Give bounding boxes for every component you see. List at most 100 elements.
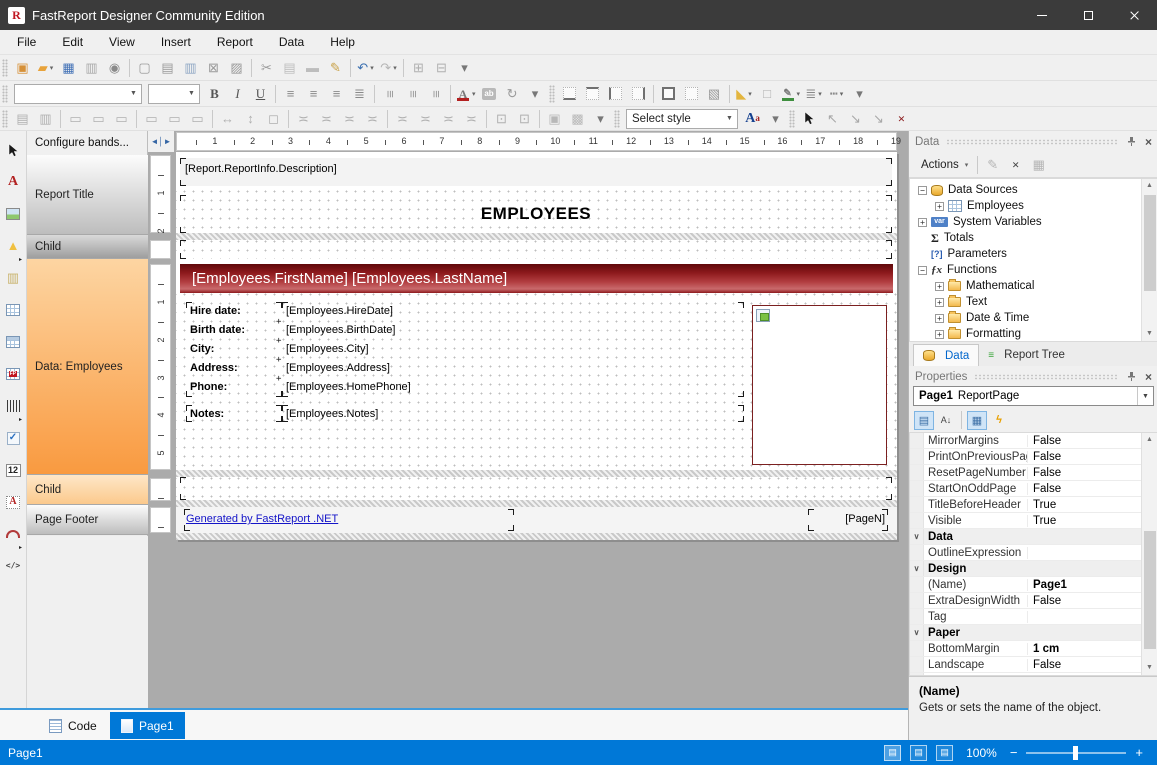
cut-button[interactable]: ✂ bbox=[256, 58, 277, 78]
menu-item-insert[interactable]: Insert bbox=[148, 30, 204, 55]
events-view-button[interactable]: ϟ bbox=[989, 411, 1009, 430]
property-value[interactable]: True bbox=[1028, 515, 1157, 527]
actions-button[interactable]: Actions▾ bbox=[915, 159, 974, 171]
border-left-button[interactable] bbox=[605, 84, 626, 104]
scrollbar-thumb[interactable] bbox=[1144, 531, 1156, 649]
align-left-button[interactable]: ≡ bbox=[280, 84, 301, 104]
maximize-button[interactable] bbox=[1065, 0, 1111, 30]
remove-h-spacing-button[interactable]: ≍ bbox=[362, 109, 383, 129]
valign-middle-button[interactable]: ≡ bbox=[402, 84, 423, 104]
scroll-down-icon[interactable]: ▼ bbox=[1142, 661, 1157, 675]
fill-color-button[interactable]: ◣▾ bbox=[734, 84, 755, 104]
employee-photo-placeholder[interactable] bbox=[752, 305, 887, 465]
menu-item-report[interactable]: Report bbox=[204, 30, 266, 55]
tree-expander[interactable]: + bbox=[918, 218, 927, 227]
field-expression[interactable]: [Employees.HireDate] bbox=[286, 305, 393, 317]
view-columns-button[interactable]: ▦ bbox=[1028, 155, 1049, 175]
overflow-button[interactable]: ▾ bbox=[849, 84, 870, 104]
band-page-footer[interactable]: Page Footer bbox=[27, 505, 148, 535]
category-collapse-icon[interactable]: ∨ bbox=[910, 625, 924, 640]
dropdown-arrow-icon[interactable]: ▾ bbox=[840, 90, 844, 98]
bring-to-front-button[interactable]: ▣ bbox=[544, 109, 565, 129]
matrix-object-tool[interactable] bbox=[0, 329, 26, 355]
property-row-bottommargin[interactable]: BottomMargin1 cm bbox=[910, 641, 1157, 657]
scroll-up-icon[interactable]: ▲ bbox=[1142, 179, 1157, 193]
tree-item-date-time[interactable]: +Date & Time bbox=[910, 310, 1157, 326]
decrease-h-spacing-button[interactable]: ≍ bbox=[339, 109, 360, 129]
new-page-button[interactable]: ▢ bbox=[134, 58, 155, 78]
group-button[interactable]: ⊞ bbox=[408, 58, 429, 78]
checkbox-object-tool[interactable]: ✓ bbox=[0, 425, 26, 451]
child-band-2[interactable] bbox=[176, 477, 897, 500]
property-row--name-[interactable]: (Name)Page1 bbox=[910, 577, 1157, 593]
line-color-button[interactable]: ✎▾ bbox=[780, 84, 802, 104]
configure-bands-link[interactable]: Configure bands... bbox=[27, 131, 147, 155]
overflow-button[interactable]: ▾ bbox=[525, 84, 546, 104]
object-selector-combo[interactable]: Page1 ReportPage ▼ bbox=[913, 386, 1154, 406]
property-category-design[interactable]: ∨Design bbox=[910, 561, 1157, 577]
align-v-centers-button[interactable]: ▭ bbox=[164, 109, 185, 129]
toolbar-grip[interactable] bbox=[789, 110, 795, 128]
font-size-combo[interactable]: ▼ bbox=[148, 84, 200, 104]
zoom-out-button[interactable]: − bbox=[1010, 745, 1018, 760]
dropdown-arrow-icon[interactable]: ▾ bbox=[472, 90, 476, 98]
property-value[interactable]: True bbox=[1028, 499, 1157, 511]
property-grid-scrollbar[interactable]: ▲ ▼ bbox=[1141, 433, 1157, 675]
panel-drag-area[interactable] bbox=[974, 374, 1119, 380]
zoom-slider[interactable] bbox=[1026, 752, 1126, 754]
toolbar-grip[interactable] bbox=[2, 85, 8, 103]
minimize-button[interactable] bbox=[1019, 0, 1065, 30]
page-number-object[interactable]: [PageN] bbox=[845, 513, 885, 525]
property-value[interactable]: False bbox=[1028, 659, 1157, 671]
property-row-resetpagenumber[interactable]: ResetPageNumberFalse bbox=[910, 465, 1157, 481]
line-style-button[interactable]: ┅▾ bbox=[826, 84, 847, 104]
text-rotation-button[interactable]: ↻ bbox=[502, 84, 523, 104]
submenu-arrow-icon[interactable]: ▸ bbox=[19, 544, 22, 551]
tree-item-totals[interactable]: ΣTotals bbox=[910, 230, 1157, 246]
text-color-button[interactable]: A▾ bbox=[455, 84, 477, 104]
increase-v-spacing-button[interactable]: ≍ bbox=[415, 109, 436, 129]
border-top-button[interactable] bbox=[582, 84, 603, 104]
menu-item-help[interactable]: Help bbox=[317, 30, 368, 55]
preview-button[interactable]: ◉ bbox=[104, 58, 125, 78]
report-title-object[interactable]: EMPLOYEES bbox=[180, 195, 892, 233]
align-bottom-edges-button[interactable]: ▭ bbox=[187, 109, 208, 129]
delete-tool-button[interactable]: × bbox=[891, 109, 912, 129]
dropdown-arrow-icon[interactable]: ▾ bbox=[393, 64, 397, 72]
style-combo[interactable]: Select style▼ bbox=[626, 109, 738, 129]
child-band-1[interactable] bbox=[176, 240, 897, 259]
properties-view-button[interactable]: ▦ bbox=[967, 411, 987, 430]
tree-expander[interactable]: + bbox=[935, 330, 944, 339]
toolbar-grip[interactable] bbox=[2, 110, 8, 128]
tree-expander[interactable]: + bbox=[935, 314, 944, 323]
page-setup-button[interactable]: ▨ bbox=[226, 58, 247, 78]
menu-item-edit[interactable]: Edit bbox=[49, 30, 96, 55]
menu-item-view[interactable]: View bbox=[96, 30, 148, 55]
decrease-v-spacing-button[interactable]: ≍ bbox=[438, 109, 459, 129]
overflow-button[interactable]: ▾ bbox=[765, 109, 786, 129]
tree-item-system-variables[interactable]: +varSystem Variables bbox=[910, 214, 1157, 230]
italic-button[interactable]: I bbox=[227, 84, 248, 104]
space-horizontal-button[interactable]: ≍ bbox=[293, 109, 314, 129]
tree-item-employees[interactable]: +Employees bbox=[910, 198, 1157, 214]
border-bottom-button[interactable] bbox=[559, 84, 580, 104]
scrollbar-thumb[interactable] bbox=[1144, 195, 1156, 291]
table-object-tool[interactable] bbox=[0, 297, 26, 323]
field-expression[interactable]: [Employees.City] bbox=[286, 343, 369, 355]
undo-button[interactable]: ↶▾ bbox=[355, 58, 376, 78]
field-label[interactable]: Phone: bbox=[190, 381, 227, 393]
tree-expander[interactable]: + bbox=[935, 298, 944, 307]
copy-page-button[interactable]: ▥ bbox=[180, 58, 201, 78]
pin-icon[interactable] bbox=[1126, 371, 1137, 382]
property-value[interactable]: False bbox=[1028, 483, 1157, 495]
property-row-visible[interactable]: VisibleTrue bbox=[910, 513, 1157, 529]
field-label[interactable]: Hire date: bbox=[190, 305, 241, 317]
dropdown-arrow-icon[interactable]: ▾ bbox=[748, 90, 752, 98]
zoom-in-button[interactable]: + bbox=[1135, 745, 1143, 760]
open-button[interactable]: ▰▾ bbox=[35, 58, 56, 78]
polyline-tool-button[interactable]: ↘ bbox=[868, 109, 889, 129]
submenu-arrow-icon[interactable]: ▸ bbox=[19, 256, 22, 263]
band-separator[interactable] bbox=[176, 533, 897, 540]
property-row-startonoddpage[interactable]: StartOnOddPageFalse bbox=[910, 481, 1157, 497]
text-object-tool[interactable]: A bbox=[0, 169, 26, 195]
